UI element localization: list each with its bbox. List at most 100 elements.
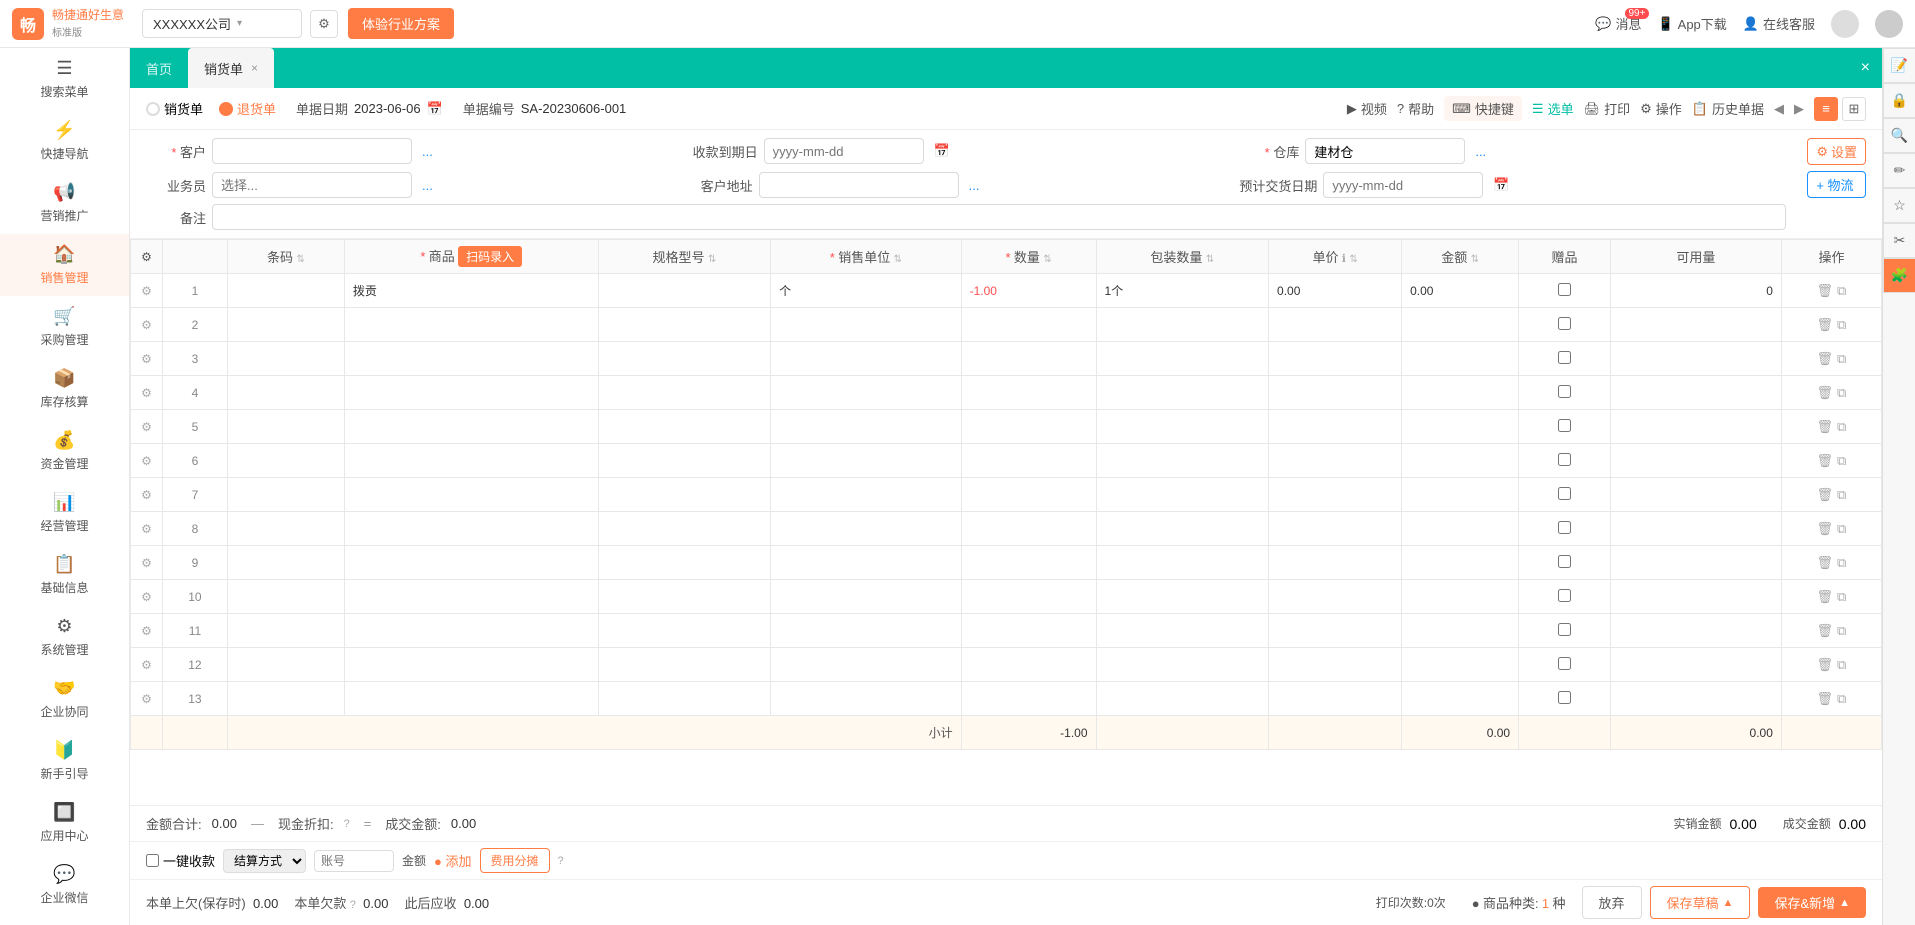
radio-sales-order[interactable]: 销货单	[146, 99, 203, 118]
cell-gift[interactable]	[1519, 512, 1611, 546]
help-btn[interactable]: ? 帮助	[1397, 99, 1434, 118]
expected-date-calendar-icon[interactable]: 📅	[1493, 177, 1509, 193]
nav-prev-icon[interactable]: ◀	[1774, 101, 1784, 117]
scan-button[interactable]: 扫码录入	[458, 246, 522, 267]
row-gear[interactable]: ⚙	[131, 546, 163, 580]
row-gear[interactable]: ⚙	[131, 308, 163, 342]
gift-checkbox[interactable]	[1558, 623, 1571, 636]
company-selector[interactable]: XXXXXX公司 ▾	[142, 9, 302, 38]
warehouse-input[interactable]	[1305, 138, 1465, 164]
copy-row-icon[interactable]: ⧉	[1837, 419, 1846, 434]
gift-checkbox[interactable]	[1558, 691, 1571, 704]
radio-return-order[interactable]: 退货单	[219, 99, 276, 118]
sort-qty[interactable]: ⇅	[1043, 254, 1051, 265]
delete-row-icon[interactable]: 🗑	[1817, 385, 1834, 400]
row-gear[interactable]: ⚙	[131, 410, 163, 444]
copy-row-icon[interactable]: ⧉	[1837, 453, 1846, 468]
gift-checkbox[interactable]	[1558, 589, 1571, 602]
settings-btn[interactable]: ⚙ 设置	[1807, 138, 1866, 165]
delete-row-icon[interactable]: 🗑	[1817, 283, 1834, 298]
one-click-payment-check[interactable]: 一键收款	[146, 851, 215, 870]
tab-sales-order[interactable]: 销货单 ×	[188, 48, 274, 88]
cell-gift[interactable]	[1519, 682, 1611, 716]
rsb-scissors[interactable]: ✂	[1883, 223, 1915, 258]
copy-row-icon[interactable]: ⧉	[1837, 317, 1846, 332]
payment-due-calendar-icon[interactable]: 📅	[934, 143, 950, 159]
sidebar-item-guide[interactable]: 🔰 新手引导	[0, 730, 129, 792]
delete-row-icon[interactable]: 🗑	[1817, 317, 1834, 332]
view-btn-list[interactable]: ≡	[1814, 97, 1838, 121]
nav-next-icon[interactable]: ▶	[1794, 101, 1804, 117]
customer-addr-dots[interactable]: ...	[969, 178, 980, 193]
fee-split-info-icon[interactable]: ?	[558, 855, 564, 867]
sort-pkg[interactable]: ⇅	[1206, 254, 1214, 265]
select-btn[interactable]: ☰ 选单	[1532, 99, 1574, 118]
rsb-note[interactable]: 📝	[1883, 48, 1915, 83]
tab-close-icon[interactable]: ×	[251, 61, 258, 75]
delete-row-icon[interactable]: 🗑	[1817, 453, 1834, 468]
sidebar-item-member[interactable]: 👑 畅会员	[0, 916, 129, 925]
sidebar-item-marketing[interactable]: 📢 营销推广	[0, 172, 129, 234]
sort-barcode[interactable]: ⇅	[296, 254, 304, 265]
copy-row-icon[interactable]: ⧉	[1837, 487, 1846, 502]
add-payment-btn[interactable]: ● 添加	[434, 851, 471, 870]
remark-input[interactable]	[212, 204, 1786, 230]
arrears-info-icon[interactable]: ?	[350, 899, 356, 911]
row-gear[interactable]: ⚙	[131, 580, 163, 614]
delete-row-icon[interactable]: 🗑	[1817, 521, 1834, 536]
delete-row-icon[interactable]: 🗑	[1817, 351, 1834, 366]
delete-row-icon[interactable]: 🗑	[1817, 691, 1834, 706]
row-gear[interactable]: ⚙	[131, 342, 163, 376]
delete-row-icon[interactable]: 🗑	[1817, 487, 1834, 502]
row-gear[interactable]: ⚙	[131, 444, 163, 478]
history-btn[interactable]: 📋 历史单据	[1692, 99, 1764, 118]
copy-row-icon[interactable]: ⧉	[1837, 351, 1846, 366]
payment-checkbox[interactable]	[146, 854, 159, 867]
discard-button[interactable]: 放弃	[1582, 886, 1642, 919]
tab-home[interactable]: 首页	[130, 48, 188, 88]
rsb-widget[interactable]: 🧩	[1883, 258, 1915, 293]
print-btn[interactable]: 🖨 打印	[1584, 99, 1631, 118]
sidebar-item-system[interactable]: ⚙ 系统管理	[0, 606, 129, 668]
cell-gift[interactable]	[1519, 308, 1611, 342]
gift-checkbox[interactable]	[1558, 419, 1571, 432]
sidebar-item-basic[interactable]: 📋 基础信息	[0, 544, 129, 606]
operate-btn[interactable]: ⚙ 操作	[1640, 99, 1682, 118]
row-gear[interactable]: ⚙	[131, 682, 163, 716]
cell-gift[interactable]	[1519, 580, 1611, 614]
salesperson-input[interactable]	[212, 172, 412, 198]
customer-addr-input[interactable]	[759, 172, 959, 198]
video-btn[interactable]: ▶ 视频	[1347, 99, 1387, 118]
row-gear[interactable]: ⚙	[131, 274, 163, 308]
delete-row-icon[interactable]: 🗑	[1817, 589, 1834, 604]
copy-row-icon[interactable]: ⧉	[1837, 623, 1846, 638]
row-gear[interactable]: ⚙	[131, 614, 163, 648]
sidebar-item-collab[interactable]: 🤝 企业协同	[0, 668, 129, 730]
delete-row-icon[interactable]: 🗑	[1817, 657, 1834, 672]
copy-row-icon[interactable]: ⧉	[1837, 589, 1846, 604]
cell-gift[interactable]	[1519, 546, 1611, 580]
copy-row-icon[interactable]: ⧉	[1837, 555, 1846, 570]
settings-button[interactable]: ⚙	[310, 10, 338, 38]
row-gear[interactable]: ⚙	[131, 648, 163, 682]
rsb-search[interactable]: 🔍	[1883, 118, 1915, 153]
gift-checkbox[interactable]	[1558, 555, 1571, 568]
expected-date-input[interactable]	[1323, 172, 1483, 198]
account-input[interactable]	[314, 850, 394, 872]
delete-row-icon[interactable]: 🗑	[1817, 555, 1834, 570]
copy-row-icon[interactable]: ⧉	[1837, 385, 1846, 400]
cell-gift[interactable]	[1519, 342, 1611, 376]
rsb-lock[interactable]: 🔒	[1883, 83, 1915, 118]
close-all-tabs-button[interactable]: ×	[1849, 59, 1882, 77]
copy-row-icon[interactable]: ⧉	[1837, 521, 1846, 536]
date-calendar-icon[interactable]: 📅	[427, 101, 443, 117]
rsb-star[interactable]: ☆	[1883, 188, 1915, 223]
delete-row-icon[interactable]: 🗑	[1817, 623, 1834, 638]
cell-gift[interactable]	[1519, 444, 1611, 478]
price-info-icon[interactable]: ℹ	[1342, 253, 1346, 265]
row-gear[interactable]: ⚙	[131, 478, 163, 512]
gift-checkbox[interactable]	[1558, 521, 1571, 534]
rsb-edit[interactable]: ✏	[1883, 153, 1915, 188]
sidebar-item-apps[interactable]: 🔲 应用中心	[0, 792, 129, 854]
copy-row-icon[interactable]: ⧉	[1837, 691, 1846, 706]
